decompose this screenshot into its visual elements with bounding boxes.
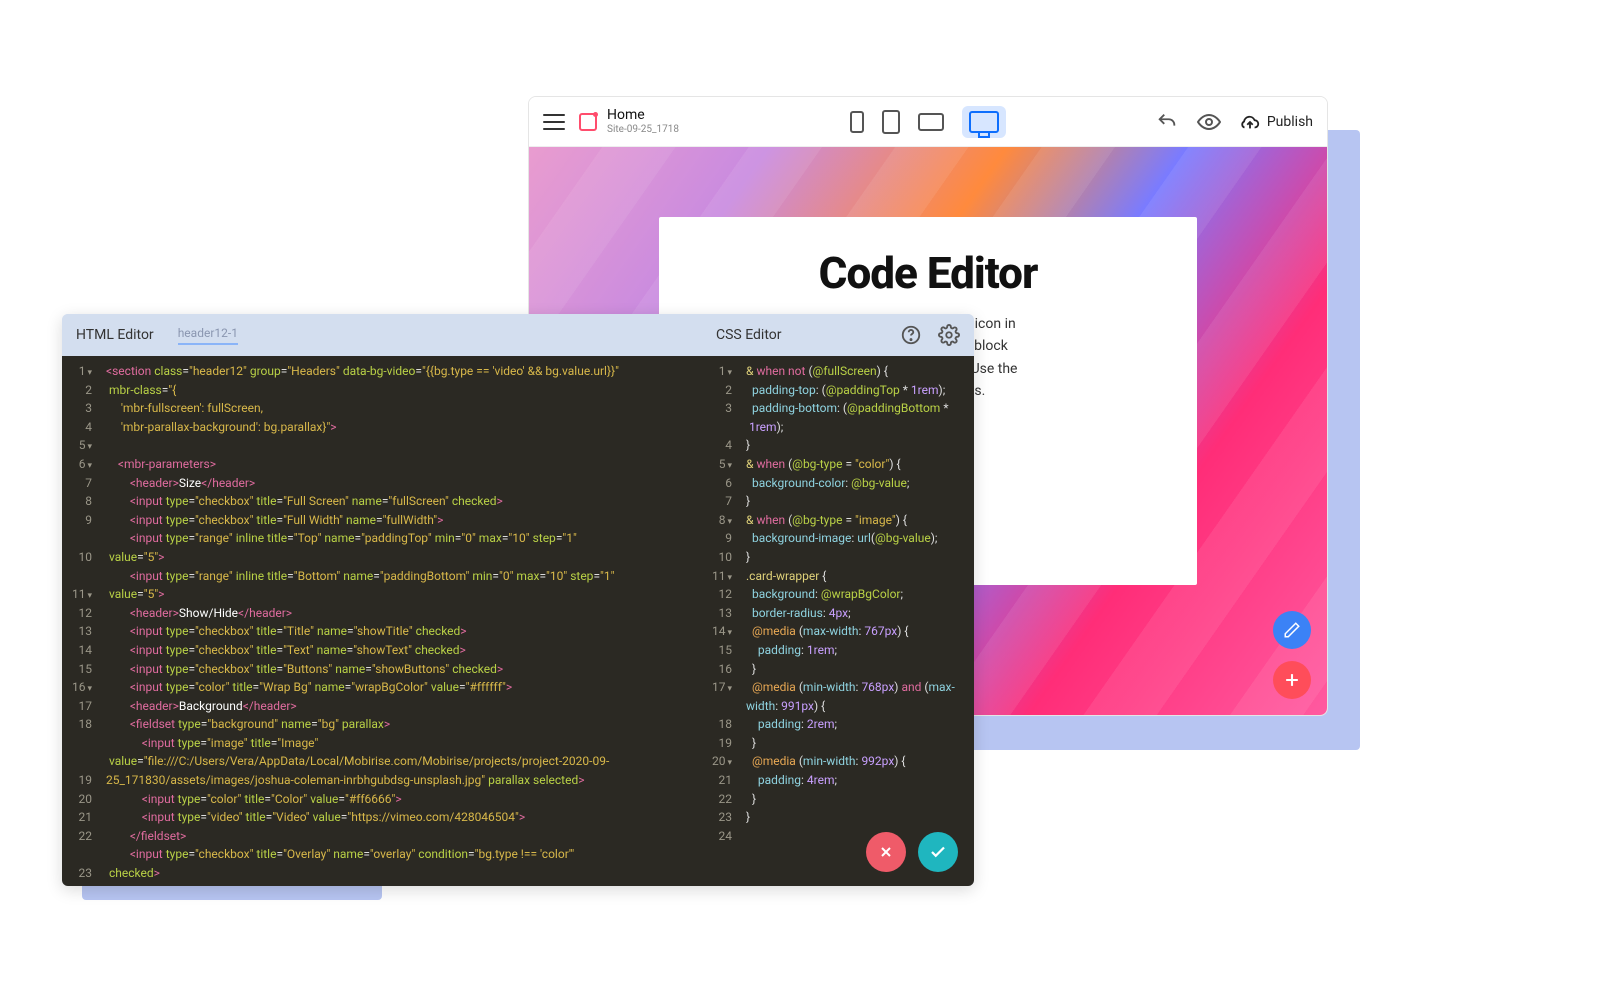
css-header-icons xyxy=(900,324,960,346)
page-title: Home xyxy=(607,108,679,123)
html-code-body: <section class="header12" group="Headers… xyxy=(62,356,702,886)
html-pane-header: HTML Editor header12-1 xyxy=(62,314,702,356)
device-tablet[interactable] xyxy=(882,110,900,134)
undo-icon[interactable] xyxy=(1155,110,1179,134)
add-fab[interactable] xyxy=(1273,661,1311,699)
floating-buttons xyxy=(1273,611,1311,699)
html-editor-sub[interactable]: header12-1 xyxy=(178,326,238,345)
edit-fab[interactable] xyxy=(1273,611,1311,649)
html-editor-label: HTML Editor xyxy=(76,327,154,343)
css-code-area[interactable]: 1▾23 45▾678▾91011▾121314▾151617▾ 181920▾… xyxy=(702,356,974,886)
site-name: Site-09-25_1718 xyxy=(607,124,679,135)
device-desktop xyxy=(969,111,999,133)
css-editor-label: CSS Editor xyxy=(716,327,782,343)
css-code-body: & when not (@fullScreen) { padding-top: … xyxy=(702,356,974,833)
cancel-button[interactable] xyxy=(866,832,906,872)
card-title: Code Editor xyxy=(699,247,1157,299)
code-editor-panel: HTML Editor header12-1 1▾2345▾6▾789 10 1… xyxy=(62,314,974,886)
top-actions: Publish xyxy=(1155,110,1313,134)
page-icon xyxy=(579,113,597,131)
device-landscape[interactable] xyxy=(918,113,944,131)
topbar: Home Site-09-25_1718 Publish xyxy=(529,97,1327,147)
html-pane: HTML Editor header12-1 1▾2345▾6▾789 10 1… xyxy=(62,314,702,886)
publish-button[interactable]: Publish xyxy=(1239,111,1313,133)
publish-label: Publish xyxy=(1267,114,1313,130)
device-switcher xyxy=(850,106,1006,138)
help-icon[interactable] xyxy=(900,324,922,346)
hamburger-icon[interactable] xyxy=(543,114,565,130)
css-pane-header: CSS Editor xyxy=(702,314,974,356)
device-desktop-wrap[interactable] xyxy=(962,106,1006,138)
device-phone[interactable] xyxy=(850,111,864,133)
confirm-button[interactable] xyxy=(918,832,958,872)
html-code-area[interactable]: 1▾2345▾6▾789 10 11▾1213141516▾1718 19202… xyxy=(62,356,702,886)
html-gutter: 1▾2345▾6▾789 10 11▾1213141516▾1718 19202… xyxy=(62,356,100,886)
css-gutter: 1▾23 45▾678▾91011▾121314▾151617▾ 181920▾… xyxy=(702,356,740,851)
page-info: Home Site-09-25_1718 xyxy=(607,108,679,134)
preview-icon[interactable] xyxy=(1197,110,1221,134)
gear-icon[interactable] xyxy=(938,324,960,346)
editor-actions xyxy=(866,832,958,872)
css-pane: CSS Editor 1▾23 45▾678▾91011▾121314▾1516… xyxy=(702,314,974,886)
